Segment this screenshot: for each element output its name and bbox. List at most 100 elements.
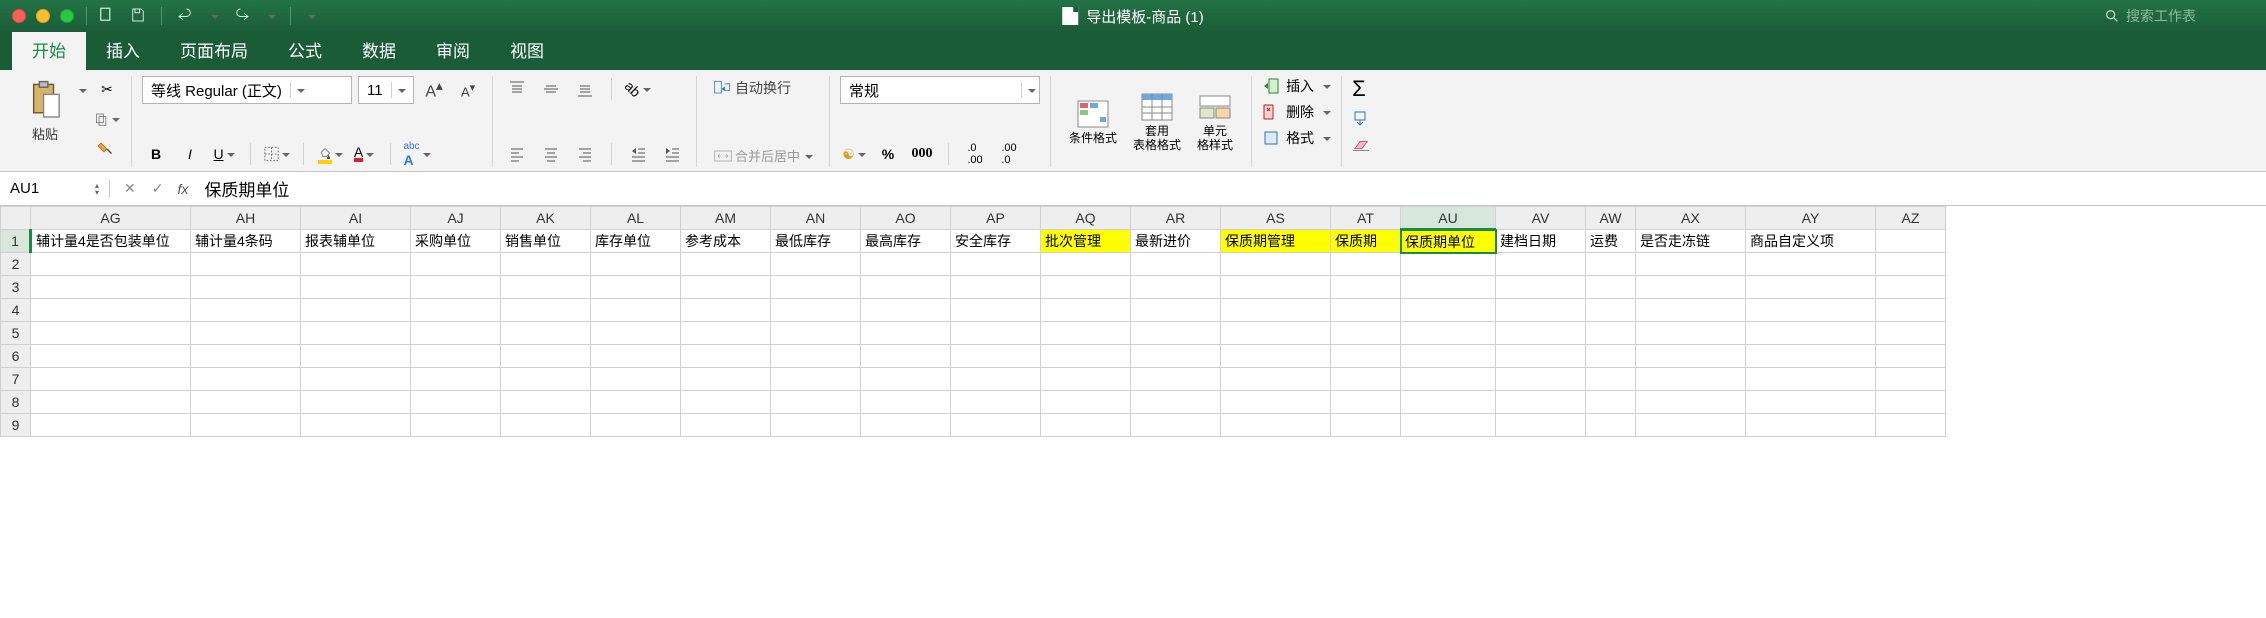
column-header-AT[interactable]: AT [1331,207,1401,230]
increase-font-size[interactable]: A▴ [420,77,448,103]
increase-decimal[interactable]: .0.00 [961,141,989,167]
cell-AY7[interactable] [1746,368,1876,391]
column-header-AK[interactable]: AK [501,207,591,230]
cell-AO2[interactable] [861,253,951,276]
cell-AX6[interactable] [1636,345,1746,368]
cell-AH1[interactable]: 辅计量4条码 [191,230,301,253]
row-header-8[interactable]: 8 [1,391,31,414]
column-header-AW[interactable]: AW [1586,207,1636,230]
cell-AY8[interactable] [1746,391,1876,414]
cell-AK6[interactable] [501,345,591,368]
cell-AX2[interactable] [1636,253,1746,276]
align-top[interactable] [503,76,531,102]
cell-AZ5[interactable] [1876,322,1946,345]
cell-AO3[interactable] [861,276,951,299]
cell-AN7[interactable] [771,368,861,391]
cell-AZ7[interactable] [1876,368,1946,391]
cell-AL6[interactable] [591,345,681,368]
align-bottom[interactable] [571,76,599,102]
cell-AY9[interactable] [1746,414,1876,437]
cell-AY2[interactable] [1746,253,1876,276]
cell-AH5[interactable] [191,322,301,345]
cell-AL1[interactable]: 库存单位 [591,230,681,253]
autosum-button[interactable]: Σ [1352,76,1370,102]
cell-AK3[interactable] [501,276,591,299]
cell-AM1[interactable]: 参考成本 [681,230,771,253]
zoom-window[interactable] [60,9,74,23]
cell-AM7[interactable] [681,368,771,391]
cell-AT8[interactable] [1331,391,1401,414]
cell-AK1[interactable]: 销售单位 [501,230,591,253]
cell-AU8[interactable] [1401,391,1496,414]
row-header-4[interactable]: 4 [1,299,31,322]
cell-AG2[interactable] [31,253,191,276]
minimize-window[interactable] [36,9,50,23]
formula-input[interactable] [198,179,2266,199]
cell-AH2[interactable] [191,253,301,276]
cell-AZ9[interactable] [1876,414,1946,437]
cell-AI5[interactable] [301,322,411,345]
column-header-AX[interactable]: AX [1636,207,1746,230]
comma-format[interactable]: 000 [908,141,936,167]
align-middle[interactable] [537,76,565,102]
cell-AJ5[interactable] [411,322,501,345]
decrease-font-size[interactable]: A▾ [454,77,482,103]
font-name-dropdown[interactable] [290,82,308,98]
cell-AV4[interactable] [1496,299,1586,322]
paste-dropdown[interactable] [76,82,87,98]
select-all-corner[interactable] [1,207,31,230]
cell-AP5[interactable] [951,322,1041,345]
conditional-formatting[interactable]: 条件格式 [1061,97,1125,147]
cell-AH4[interactable] [191,299,301,322]
cell-AX9[interactable] [1636,414,1746,437]
cell-AR2[interactable] [1131,253,1221,276]
cell-AS7[interactable] [1221,368,1331,391]
cell-AP8[interactable] [951,391,1041,414]
cell-AQ7[interactable] [1041,368,1131,391]
cell-AG7[interactable] [31,368,191,391]
cell-AG9[interactable] [31,414,191,437]
cell-AO7[interactable] [861,368,951,391]
cell-AP1[interactable]: 安全库存 [951,230,1041,253]
tab-review[interactable]: 审阅 [416,29,490,70]
cell-AT1[interactable]: 保质期 [1331,230,1401,253]
cell-AU5[interactable] [1401,322,1496,345]
cell-AG6[interactable] [31,345,191,368]
number-format-dropdown[interactable] [1021,82,1039,98]
confirm-formula[interactable]: ✓ [152,180,164,197]
cell-AI2[interactable] [301,253,411,276]
cell-AQ4[interactable] [1041,299,1131,322]
cell-AZ1[interactable] [1876,230,1946,253]
column-header-AU[interactable]: AU [1401,207,1496,230]
cell-AP7[interactable] [951,368,1041,391]
cell-AY5[interactable] [1746,322,1876,345]
column-header-AO[interactable]: AO [861,207,951,230]
decrease-indent[interactable] [624,141,652,167]
row-header-1[interactable]: 1 [1,230,31,253]
cell-AU9[interactable] [1401,414,1496,437]
cell-AN1[interactable]: 最低库存 [771,230,861,253]
cell-AG3[interactable] [31,276,191,299]
cell-AR8[interactable] [1131,391,1221,414]
insert-cells-button[interactable]: 插入 [1262,76,1331,96]
column-header-AI[interactable]: AI [301,207,411,230]
cell-AV3[interactable] [1496,276,1586,299]
cell-AW1[interactable]: 运费 [1586,230,1636,253]
column-header-AL[interactable]: AL [591,207,681,230]
tab-page-layout[interactable]: 页面布局 [160,29,268,70]
cell-AS3[interactable] [1221,276,1331,299]
decrease-decimal[interactable]: .00.0 [995,141,1023,167]
cell-AK5[interactable] [501,322,591,345]
cell-AS4[interactable] [1221,299,1331,322]
cell-AT5[interactable] [1331,322,1401,345]
cell-AO4[interactable] [861,299,951,322]
undo-icon[interactable] [176,6,194,27]
cell-AL4[interactable] [591,299,681,322]
merge-center-button[interactable]: 合并后居中 [707,144,819,167]
search-input[interactable] [2126,8,2246,24]
column-header-AN[interactable]: AN [771,207,861,230]
cell-AK8[interactable] [501,391,591,414]
cell-styles[interactable]: 单元 格样式 [1189,90,1241,154]
fx-icon[interactable]: fx [177,181,188,197]
cell-AN4[interactable] [771,299,861,322]
